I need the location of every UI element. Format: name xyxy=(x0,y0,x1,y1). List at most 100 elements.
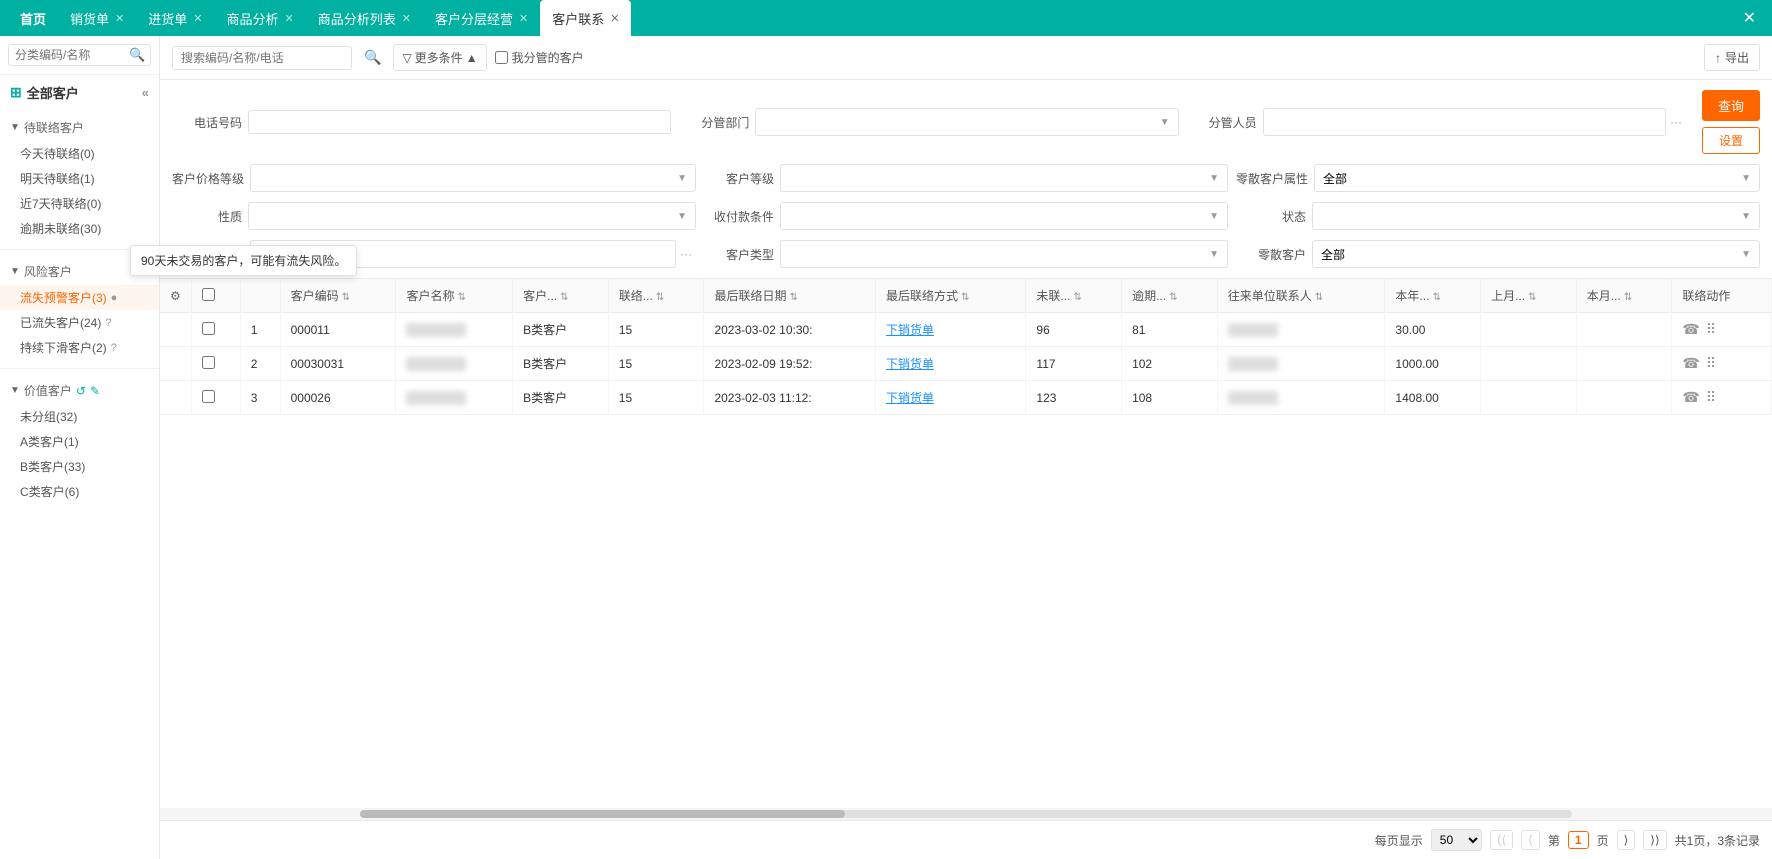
price-level-label: 客户价格等级 xyxy=(172,170,244,187)
row-checkbox[interactable] xyxy=(191,347,240,381)
row-select-checkbox[interactable] xyxy=(202,390,215,403)
export-button[interactable]: ↑ 导出 xyxy=(1704,44,1760,71)
sidebar-all-customers[interactable]: ⊞ 全部客户 « xyxy=(0,75,159,110)
row-action: ☎ ⠿ xyxy=(1672,381,1772,415)
row-checkbox[interactable] xyxy=(191,381,240,415)
my-customers-checkbox-area[interactable]: 我分管的客户 xyxy=(495,49,584,66)
action-more-icon[interactable]: ⠿ xyxy=(1706,389,1716,406)
window-close-button[interactable]: ✕ xyxy=(1735,8,1764,28)
last-page-button[interactable]: ⟩⟩ xyxy=(1643,830,1666,850)
table-col-no-contact[interactable]: 未联...⇅ xyxy=(1026,279,1122,313)
sidebar-item-ungroup[interactable]: 未分组(32) xyxy=(0,404,159,429)
horizontal-scrollbar[interactable] xyxy=(160,808,1772,820)
row-code: 00030031 xyxy=(280,347,396,381)
filter-field-gender: 性质 ▼ xyxy=(172,202,696,230)
tab-product-analysis-close[interactable]: ✕ xyxy=(285,12,294,25)
edit-icon[interactable]: ✎ xyxy=(90,384,100,398)
sidebar-item-overdue[interactable]: 逾期未联络(30) xyxy=(0,216,159,241)
tab-purchase[interactable]: 进货单 ✕ xyxy=(136,0,214,36)
tab-product-analysis-list-close[interactable]: ✕ xyxy=(402,12,411,25)
status-label: 状态 xyxy=(1236,208,1306,225)
last-method-link[interactable]: 下销货单 xyxy=(886,357,934,371)
customer-level-select[interactable]: ▼ xyxy=(780,164,1228,192)
row-select-checkbox[interactable] xyxy=(202,322,215,335)
sidebar-item-b-class[interactable]: B类客户(33) xyxy=(0,454,159,479)
my-customers-checkbox[interactable] xyxy=(495,51,508,64)
query-button[interactable]: 查询 xyxy=(1702,90,1760,121)
more-conditions-button[interactable]: ▽ 更多条件 ▲ xyxy=(393,44,486,71)
select-all-checkbox[interactable] xyxy=(202,288,215,301)
filter-field-retail-customer: 零散客户 全部▼ xyxy=(1236,240,1760,268)
sidebar-group-pending-title[interactable]: ▼ 待联络客户 xyxy=(0,114,159,141)
last-method-link[interactable]: 下销货单 xyxy=(886,391,934,405)
department-select[interactable]: ▼ xyxy=(755,108,1178,136)
phone-input[interactable] xyxy=(248,110,671,134)
table-col-code[interactable]: 客户编码⇅ xyxy=(280,279,396,313)
payment-select[interactable]: ▼ xyxy=(780,202,1228,230)
retail-attr-select[interactable]: 全部▼ xyxy=(1314,164,1760,192)
sidebar-item-declining[interactable]: 持续下滑客户(2) ? xyxy=(0,335,159,360)
tab-purchase-close[interactable]: ✕ xyxy=(193,12,202,25)
tab-product-analysis-list[interactable]: 商品分析列表 ✕ xyxy=(306,0,423,36)
sidebar-item-c-class[interactable]: C类客户(6) xyxy=(0,479,159,504)
row-checkbox[interactable] xyxy=(191,313,240,347)
table-row: 1 000011 B类客户 15 2023-03-02 10:30: 下销货单 … xyxy=(160,313,1772,347)
customer-type-select[interactable]: ▼ xyxy=(780,240,1228,268)
action-contact-icon[interactable]: ☎ xyxy=(1682,355,1699,372)
gender-select[interactable]: ▼ xyxy=(248,202,696,230)
sidebar-search-icon: 🔍 xyxy=(129,47,145,63)
tab-customer-contact-close[interactable]: ✕ xyxy=(610,12,619,25)
table-col-name[interactable]: 客户名称⇅ xyxy=(396,279,513,313)
sidebar-item-churned[interactable]: 已流失客户(24) ? xyxy=(0,310,159,335)
row-last-method[interactable]: 下销货单 xyxy=(876,347,1026,381)
tab-customer-tier-close[interactable]: ✕ xyxy=(519,12,528,25)
next-page-button[interactable]: ⟩ xyxy=(1617,830,1636,850)
table-col-contacts[interactable]: 联络...⇅ xyxy=(608,279,704,313)
table-col-unit-contact[interactable]: 往来单位联系人⇅ xyxy=(1217,279,1385,313)
sort-icon-contacts: ⇅ xyxy=(656,292,664,303)
refresh-icon[interactable]: ↺ xyxy=(76,384,86,398)
manager-more-icon[interactable]: ··· xyxy=(1666,115,1686,129)
table-settings-col[interactable]: ⚙ xyxy=(160,279,191,313)
row-select-checkbox[interactable] xyxy=(202,356,215,369)
tab-customer-contact[interactable]: 客户联系 ✕ xyxy=(540,0,631,36)
tab-sales-close[interactable]: ✕ xyxy=(115,12,124,25)
table-col-type[interactable]: 客户...⇅ xyxy=(513,279,609,313)
row-last-method[interactable]: 下销货单 xyxy=(876,313,1026,347)
tab-customer-tier[interactable]: 客户分层经营 ✕ xyxy=(423,0,540,36)
settings-button[interactable]: 设置 xyxy=(1702,127,1760,154)
tab-product-analysis[interactable]: 商品分析 ✕ xyxy=(214,0,305,36)
per-page-select[interactable]: 50 100 xyxy=(1431,829,1482,851)
row-last-month xyxy=(1481,381,1577,415)
tab-home[interactable]: 首页 xyxy=(8,0,58,36)
last-method-link[interactable]: 下销货单 xyxy=(886,323,934,337)
table-col-this-month[interactable]: 本月...⇅ xyxy=(1576,279,1672,313)
sidebar-item-a-class[interactable]: A类客户(1) xyxy=(0,429,159,454)
table-col-this-year[interactable]: 本年...⇅ xyxy=(1385,279,1481,313)
action-more-icon[interactable]: ⠿ xyxy=(1706,321,1716,338)
sidebar-group-value-title[interactable]: ▼ 价值客户 ↺ ✎ xyxy=(0,377,159,404)
table-col-last-month[interactable]: 上月...⇅ xyxy=(1481,279,1577,313)
action-contact-icon[interactable]: ☎ xyxy=(1682,389,1699,406)
table-col-overdue[interactable]: 逾期...⇅ xyxy=(1122,279,1218,313)
status-select[interactable]: ▼ xyxy=(1312,202,1760,230)
price-level-select[interactable]: ▼ xyxy=(250,164,696,192)
first-page-button[interactable]: ⟨⟨ xyxy=(1490,830,1513,850)
table-col-last-date[interactable]: 最后联络日期⇅ xyxy=(704,279,876,313)
search-input[interactable] xyxy=(172,46,352,70)
retail-customer-select[interactable]: 全部▼ xyxy=(1312,240,1760,268)
manager-select[interactable] xyxy=(1263,108,1666,136)
sidebar-item-churn-warning[interactable]: 流失预警客户(3) ● xyxy=(0,285,159,310)
sidebar-item-7days[interactable]: 近7天待联络(0) xyxy=(0,191,159,216)
action-contact-icon[interactable]: ☎ xyxy=(1682,321,1699,338)
action-more-icon[interactable]: ⠿ xyxy=(1706,355,1716,372)
info-icon-3: ? xyxy=(111,342,117,354)
sidebar-item-tomorrow[interactable]: 明天待联络(1) xyxy=(0,166,159,191)
sidebar-item-today[interactable]: 今天待联络(0) xyxy=(0,141,159,166)
prev-page-button[interactable]: ⟨ xyxy=(1521,830,1540,850)
region-more-icon[interactable]: ··· xyxy=(676,247,696,261)
row-last-method[interactable]: 下销货单 xyxy=(876,381,1026,415)
tab-sales[interactable]: 销货单 ✕ xyxy=(58,0,136,36)
table-col-last-method[interactable]: 最后联络方式⇅ xyxy=(876,279,1026,313)
search-button[interactable]: 🔍 xyxy=(360,47,385,68)
